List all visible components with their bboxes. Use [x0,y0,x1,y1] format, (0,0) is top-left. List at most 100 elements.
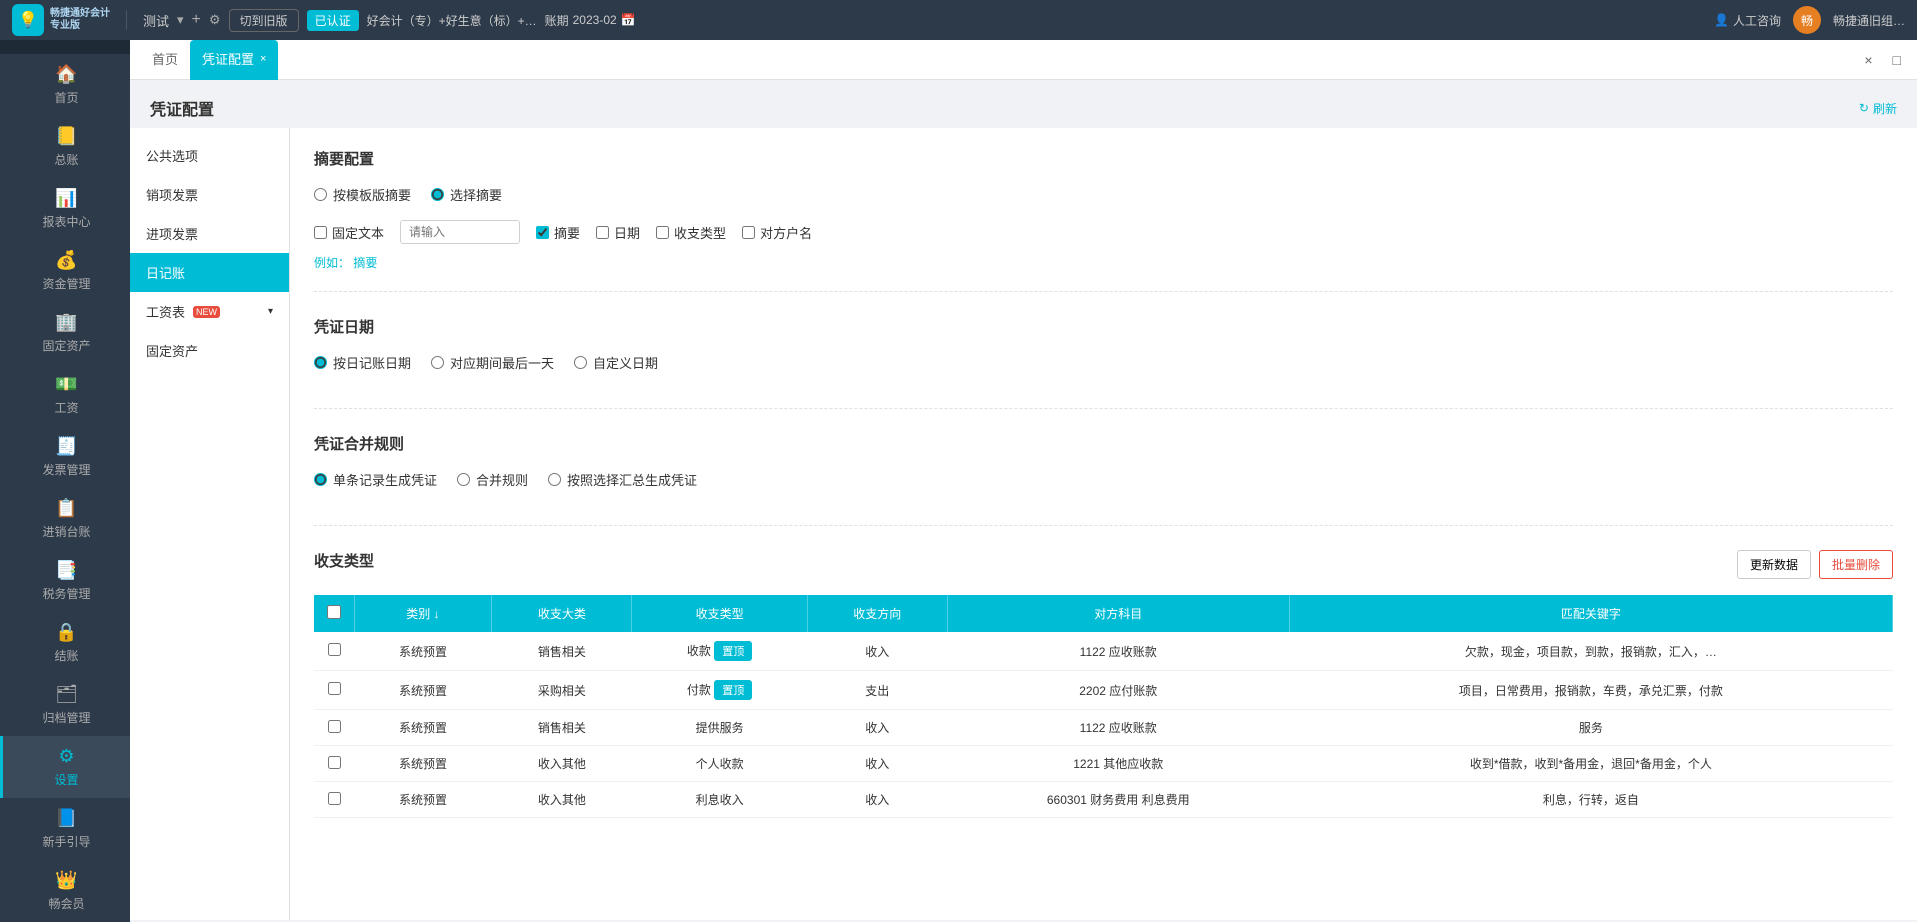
tax-icon: 📑 [55,560,77,581]
table-header-check [314,595,354,632]
sidebar-item-close[interactable]: 🔒 结账 [0,612,130,674]
sidebar-item-reports[interactable]: 📊 报表中心 [0,178,130,240]
row-direction-1: 收入 [807,632,947,671]
row-account-3: 1122 应收账款 [947,710,1289,746]
top-tags: 好会计（专）+好生意（标）+… [367,12,537,29]
switch-btn[interactable]: 切到旧版 [229,9,299,32]
row-keywords-4: 收到*借款，收到*备用金，退回*备用金，个人 [1289,746,1892,782]
sidebar-item-purchase[interactable]: 📋 进销台账 [0,488,130,550]
sidebar-item-home[interactable]: 🏠 首页 [0,54,130,116]
app-name: 畅捷通好会计 专业版 [50,8,110,32]
fixed-text-checkbox[interactable]: 固定文本 [314,223,384,242]
funds-icon: 💰 [55,250,77,271]
type-checkbox[interactable]: 收支类型 [656,223,726,242]
summary-radio-group: 按模板版摘要 选择摘要 [314,185,1893,204]
radio-template[interactable]: 按模板版摘要 [314,185,411,204]
tab-close-icon[interactable]: × [260,53,266,65]
radio-custom-date[interactable]: 自定义日期 [574,353,658,372]
window-maximize-btn[interactable]: □ [1887,50,1907,70]
radio-single[interactable]: 单条记录生成凭证 [314,470,437,489]
tab-home[interactable]: 首页 [140,40,190,80]
radio-merge[interactable]: 合并规则 [457,470,528,489]
window-close-btn[interactable]: × [1858,50,1878,70]
menu-journal[interactable]: 日记账 [130,253,289,292]
row-account-5: 660301 财务费用 利息费用 [947,782,1289,818]
close-account-icon: 🔒 [55,622,77,643]
col-type: 收支类型 [632,595,807,632]
sidebar-item-invoice[interactable]: 🧾 发票管理 [0,426,130,488]
top-right: 👤 人工咨询 畅 畅捷通旧组… [1714,6,1905,34]
top-divider [126,10,127,30]
sidebar-item-settings[interactable]: ⚙ 设置 [0,736,130,798]
sidebar-label-home: 首页 [54,89,78,106]
dropdown-icon[interactable]: ▾ [177,12,184,28]
page-content: 凭证配置 ↻ 刷新 公共选项 销项发票 进项发票 日记账 [130,80,1917,922]
sidebar-item-salary[interactable]: 💵 工资 [0,364,130,426]
home-icon: 🏠 [55,64,77,85]
purchase-icon: 📋 [55,498,77,519]
support-btn[interactable]: 👤 人工咨询 [1714,12,1781,29]
sidebar-item-ledger[interactable]: 📒 总账 [0,116,130,178]
summary-checkbox[interactable]: 摘要 [536,223,580,242]
update-data-btn[interactable]: 更新数据 [1737,550,1811,579]
refresh-icon: ↻ [1859,101,1869,115]
calendar-icon[interactable]: 📅 [621,13,636,27]
select-all-checkbox[interactable] [327,605,341,619]
menu-sales[interactable]: 销项发票 [130,175,289,214]
summary-section: 摘要配置 按模板版摘要 选择摘要 [314,148,1893,292]
plus-btn[interactable]: + [192,11,201,29]
sidebar-item-member[interactable]: 👑 畅会员 [0,860,130,922]
sidebar: 🏠 首页 📒 总账 📊 报表中心 💰 资金管理 🏢 固定资产 💵 工资 [0,40,130,922]
top-bar-left: 💡 畅捷通好会计 专业版 测试 ▾ + ⚙ 切到旧版 已认证 好会计（专）+好生… [12,4,1714,36]
row-major-1: 销售相关 [492,632,632,671]
radio-select[interactable]: 选择摘要 [431,185,502,204]
settings-menu-icon: ⚙ [58,746,74,767]
settings-icon[interactable]: ⚙ [209,12,221,28]
menu-public[interactable]: 公共选项 [130,136,289,175]
row-major-2: 采购相关 [492,671,632,710]
radio-summary-gen[interactable]: 按照选择汇总生成凭证 [548,470,697,489]
invoice-icon: 🧾 [55,436,77,457]
reset-btn-2[interactable]: 置顶 [714,680,752,700]
row-direction-3: 收入 [807,710,947,746]
row-major-3: 销售相关 [492,710,632,746]
reports-icon: 📊 [55,188,77,209]
row-direction-4: 收入 [807,746,947,782]
tab-voucher-config[interactable]: 凭证配置 × [190,40,278,80]
sidebar-item-guide[interactable]: 📘 新手引导 [0,798,130,860]
salary-icon: 💵 [55,374,77,395]
menu-purchase-inv[interactable]: 进项发票 [130,214,289,253]
col-direction: 收支方向 [807,595,947,632]
menu-fixed[interactable]: 固定资产 [130,331,289,370]
row-check-5 [314,782,354,818]
assets-icon: 🏢 [55,312,77,333]
sidebar-item-tax[interactable]: 📑 税务管理 [0,550,130,612]
row-type-1: 收款 置顶 [632,632,807,671]
sidebar-label-reports: 报表中心 [42,213,90,230]
sidebar-label-salary: 工资 [54,399,78,416]
reset-btn-1[interactable]: 置顶 [714,641,752,661]
menu-payroll[interactable]: 工资表 NEW ▾ [130,292,289,331]
col-major: 收支大类 [492,595,632,632]
radio-period-last[interactable]: 对应期间最后一天 [431,353,554,372]
fixed-text-input[interactable] [400,220,520,244]
row-category-3: 系统预置 [354,710,492,746]
sidebar-item-archive[interactable]: 🗂 归档管理 [0,674,130,736]
main-layout: 🏠 首页 📒 总账 📊 报表中心 💰 资金管理 🏢 固定资产 💵 工资 [0,40,1917,922]
row-direction-2: 支出 [807,671,947,710]
batch-delete-btn[interactable]: 批量删除 [1819,550,1893,579]
archive-icon: 🗂 [55,684,78,705]
row-type-4: 个人收款 [632,746,807,782]
table-row: 系统预置 销售相关 提供服务 收入 1122 应收账款 服务 [314,710,1893,746]
sidebar-label-invoice: 发票管理 [42,461,90,478]
counterparty-checkbox[interactable]: 对方户名 [742,223,812,242]
refresh-btn[interactable]: ↻ 刷新 [1859,100,1897,117]
sidebar-label-assets: 固定资产 [42,337,90,354]
date-checkbox[interactable]: 日期 [596,223,640,242]
row-major-4: 收入其他 [492,746,632,782]
sidebar-item-funds[interactable]: 💰 资金管理 [0,240,130,302]
radio-journal-date[interactable]: 按日记账日期 [314,353,411,372]
income-section: 收支类型 更新数据 批量删除 [314,550,1893,818]
sidebar-item-assets[interactable]: 🏢 固定资产 [0,302,130,364]
row-category-2: 系统预置 [354,671,492,710]
